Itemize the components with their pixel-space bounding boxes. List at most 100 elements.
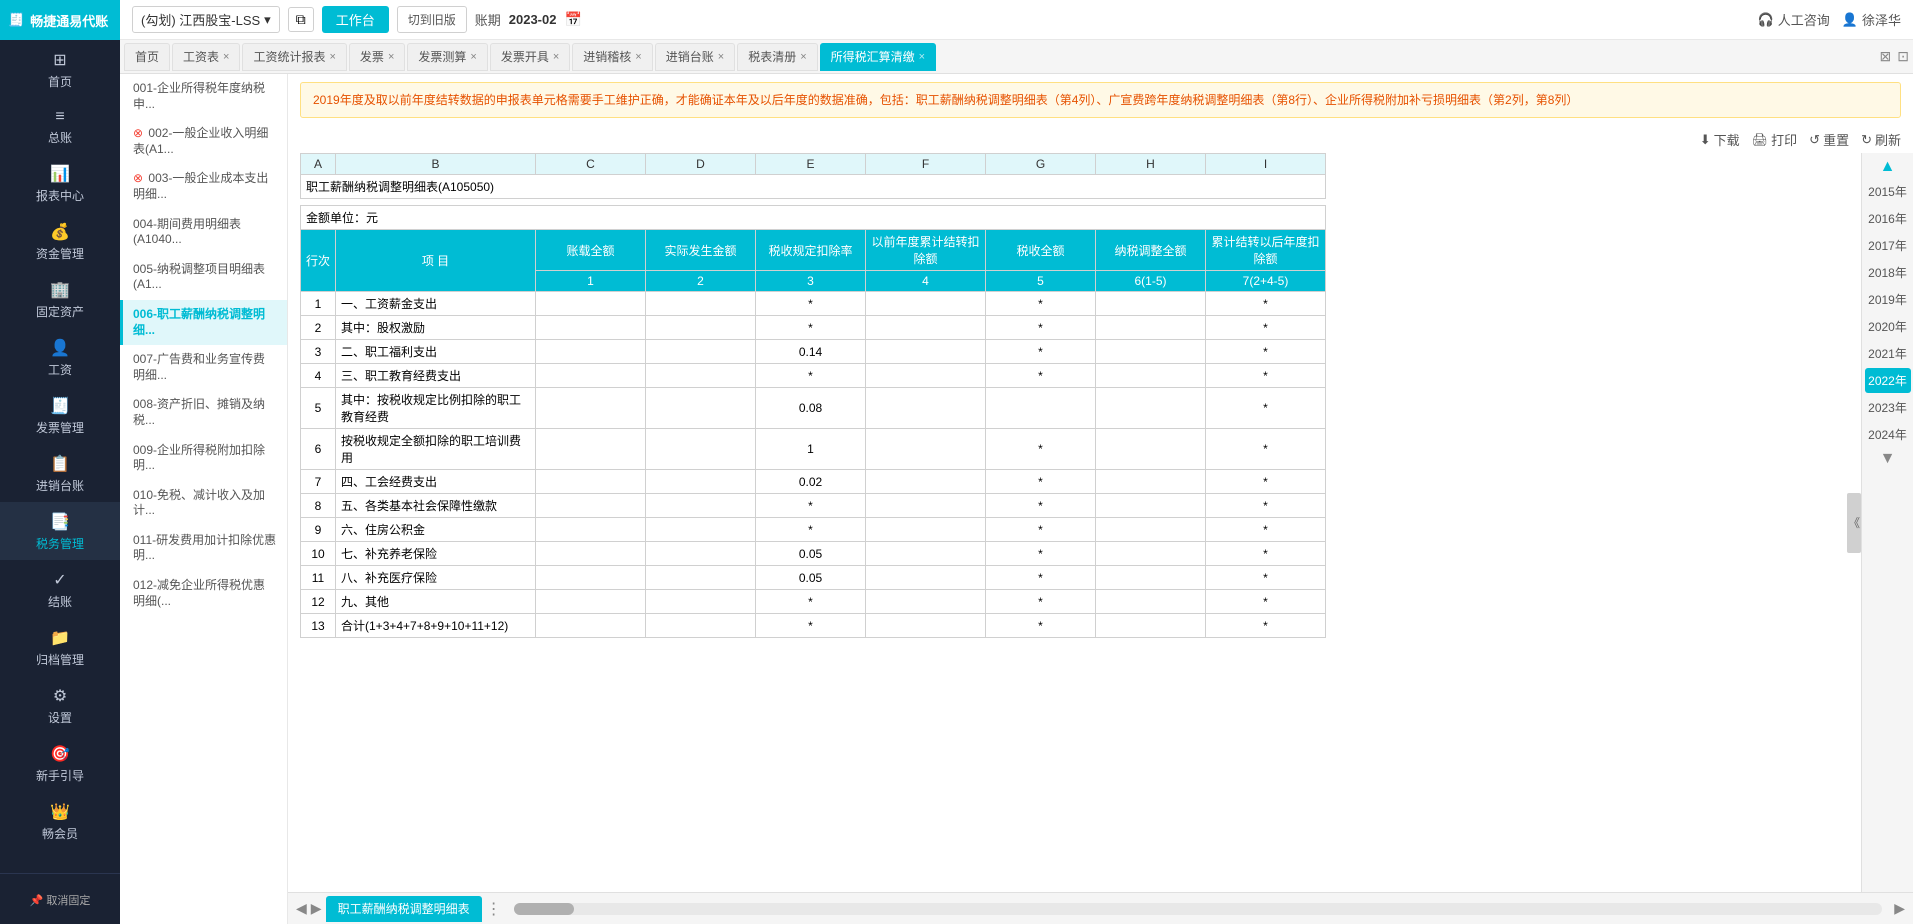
cell-h[interactable] bbox=[1096, 292, 1206, 316]
user-menu[interactable]: 👤 徐泽华 bbox=[1842, 10, 1901, 29]
tab-invoice[interactable]: 发票 × bbox=[349, 43, 405, 71]
tab-salary-close[interactable]: × bbox=[223, 51, 229, 63]
cell-d[interactable] bbox=[646, 316, 756, 340]
year-2022[interactable]: 2022年 bbox=[1865, 368, 1911, 393]
cell-g[interactable]: * bbox=[986, 429, 1096, 470]
cell-c[interactable] bbox=[536, 340, 646, 364]
table-row[interactable]: 6 按税收规定全额扣除的职工培训费用 1 * * bbox=[301, 429, 1326, 470]
cell-d[interactable] bbox=[646, 470, 756, 494]
left-nav-item-012[interactable]: 012-减免企业所得税优惠明细(... bbox=[120, 571, 287, 616]
year-2024[interactable]: 2024年 bbox=[1865, 422, 1911, 447]
cell-i[interactable]: * bbox=[1206, 364, 1326, 388]
cell-d[interactable] bbox=[646, 542, 756, 566]
cell-h[interactable] bbox=[1096, 388, 1206, 429]
cell-e[interactable]: * bbox=[756, 292, 866, 316]
tab-tax-annual[interactable]: 所得税汇算清缴 × bbox=[820, 43, 936, 71]
table-row[interactable]: 1 一、工资薪金支出 * * * bbox=[301, 292, 1326, 316]
calendar-icon[interactable]: 📅 bbox=[564, 11, 581, 28]
year-2020[interactable]: 2020年 bbox=[1865, 314, 1911, 339]
tab-salary-report-close[interactable]: × bbox=[329, 51, 335, 63]
sidebar-item-tax[interactable]: 📑 税务管理 bbox=[0, 502, 120, 560]
cell-i[interactable]: * bbox=[1206, 470, 1326, 494]
cell-i[interactable]: * bbox=[1206, 566, 1326, 590]
cell-g[interactable]: * bbox=[986, 340, 1096, 364]
cell-c[interactable] bbox=[536, 364, 646, 388]
cell-f[interactable] bbox=[866, 542, 986, 566]
left-nav-item-001[interactable]: 001-企业所得税年度纳税申... bbox=[120, 74, 287, 119]
cell-e[interactable]: * bbox=[756, 364, 866, 388]
more-icon[interactable]: ⋮ bbox=[486, 899, 502, 919]
cell-f[interactable] bbox=[866, 614, 986, 638]
table-row[interactable]: 12 九、其他 * * * bbox=[301, 590, 1326, 614]
tab-salary-report[interactable]: 工资统计报表 × bbox=[242, 43, 346, 71]
year-2018[interactable]: 2018年 bbox=[1865, 260, 1911, 285]
cell-e[interactable]: * bbox=[756, 614, 866, 638]
cell-g[interactable]: * bbox=[986, 364, 1096, 388]
cell-i[interactable]: * bbox=[1206, 542, 1326, 566]
cell-f[interactable] bbox=[866, 340, 986, 364]
sidebar-item-archive[interactable]: 📁 归档管理 bbox=[0, 618, 120, 676]
cell-c[interactable] bbox=[536, 494, 646, 518]
cell-i[interactable]: * bbox=[1206, 292, 1326, 316]
sidebar-item-member[interactable]: 👑 畅会员 bbox=[0, 792, 120, 850]
cell-f[interactable] bbox=[866, 590, 986, 614]
print-button[interactable]: 🖨 打印 bbox=[1752, 130, 1798, 149]
cell-g[interactable]: * bbox=[986, 292, 1096, 316]
cell-d[interactable] bbox=[646, 566, 756, 590]
tab-purchase-check[interactable]: 进销稽核 × bbox=[572, 43, 652, 71]
left-nav-item-011[interactable]: 011-研发费用加计扣除优惠明... bbox=[120, 526, 287, 571]
tab-home[interactable]: 首页 bbox=[124, 43, 170, 71]
spreadsheet-container[interactable]: A B C D E F G H I bbox=[300, 153, 1849, 892]
tab-invoice-calc-close[interactable]: × bbox=[470, 51, 476, 63]
tab-salary[interactable]: 工资表 × bbox=[172, 43, 240, 71]
cell-g[interactable]: * bbox=[986, 470, 1096, 494]
bottom-sheet-tab[interactable]: 职工薪酬纳税调整明细表 bbox=[326, 896, 482, 922]
cell-e[interactable]: * bbox=[756, 316, 866, 340]
cell-g[interactable]: * bbox=[986, 614, 1096, 638]
cell-i[interactable]: * bbox=[1206, 494, 1326, 518]
tab-stock-ledger-close[interactable]: × bbox=[718, 51, 724, 63]
cell-g[interactable]: * bbox=[986, 316, 1096, 340]
cell-d[interactable] bbox=[646, 340, 756, 364]
workbench-button[interactable]: 工作台 bbox=[322, 6, 389, 33]
left-nav-item-003[interactable]: ⊗ 003-一般企业成本支出明细... bbox=[120, 164, 287, 209]
cell-d[interactable] bbox=[646, 292, 756, 316]
cell-d[interactable] bbox=[646, 388, 756, 429]
tab-stock-ledger[interactable]: 进销台账 × bbox=[655, 43, 735, 71]
sidebar-item-ledger[interactable]: ≡ 总账 bbox=[0, 98, 120, 154]
cell-d[interactable] bbox=[646, 614, 756, 638]
cell-f[interactable] bbox=[866, 364, 986, 388]
cell-i[interactable]: * bbox=[1206, 518, 1326, 542]
refresh-button[interactable]: ↻ 刷新 bbox=[1861, 130, 1901, 149]
table-row[interactable]: 13 合计(1+3+4+7+8+9+10+11+12) * * * bbox=[301, 614, 1326, 638]
sidebar-item-guide[interactable]: 🎯 新手引导 bbox=[0, 734, 120, 792]
year-2016[interactable]: 2016年 bbox=[1865, 206, 1911, 231]
left-nav-item-006[interactable]: 006-职工薪酬纳税调整明细... bbox=[120, 300, 287, 345]
left-nav-item-010[interactable]: 010-免税、减计收入及加计... bbox=[120, 481, 287, 526]
table-row[interactable]: 3 二、职工福利支出 0.14 * * bbox=[301, 340, 1326, 364]
tab-invoice-close[interactable]: × bbox=[388, 51, 394, 63]
sidebar-item-settings[interactable]: ⚙ 设置 bbox=[0, 676, 120, 734]
cell-h[interactable] bbox=[1096, 316, 1206, 340]
tab-tax-book-close[interactable]: × bbox=[800, 51, 806, 63]
cell-e[interactable]: * bbox=[756, 590, 866, 614]
download-button[interactable]: ⬇ 下载 bbox=[1700, 130, 1740, 149]
tab-invoice-calc[interactable]: 发票测算 × bbox=[407, 43, 487, 71]
cell-e[interactable]: 0.02 bbox=[756, 470, 866, 494]
left-nav-item-005[interactable]: 005-纳税调整项目明细表(A1... bbox=[120, 255, 287, 300]
cell-h[interactable] bbox=[1096, 470, 1206, 494]
table-row[interactable]: 11 八、补充医疗保险 0.05 * * bbox=[301, 566, 1326, 590]
cell-i[interactable]: * bbox=[1206, 429, 1326, 470]
cell-c[interactable] bbox=[536, 614, 646, 638]
cell-e[interactable]: 0.05 bbox=[756, 542, 866, 566]
cell-c[interactable] bbox=[536, 566, 646, 590]
year-nav-down[interactable]: ▼ bbox=[1868, 449, 1908, 469]
cell-h[interactable] bbox=[1096, 614, 1206, 638]
cell-h[interactable] bbox=[1096, 542, 1206, 566]
unpin-button[interactable]: 📌 取消固定 bbox=[0, 882, 120, 916]
cell-f[interactable] bbox=[866, 494, 986, 518]
cell-c[interactable] bbox=[536, 292, 646, 316]
left-nav-item-004[interactable]: 004-期间费用明细表(A1040... bbox=[120, 210, 287, 255]
cell-e[interactable]: 0.05 bbox=[756, 566, 866, 590]
cell-c[interactable] bbox=[536, 470, 646, 494]
